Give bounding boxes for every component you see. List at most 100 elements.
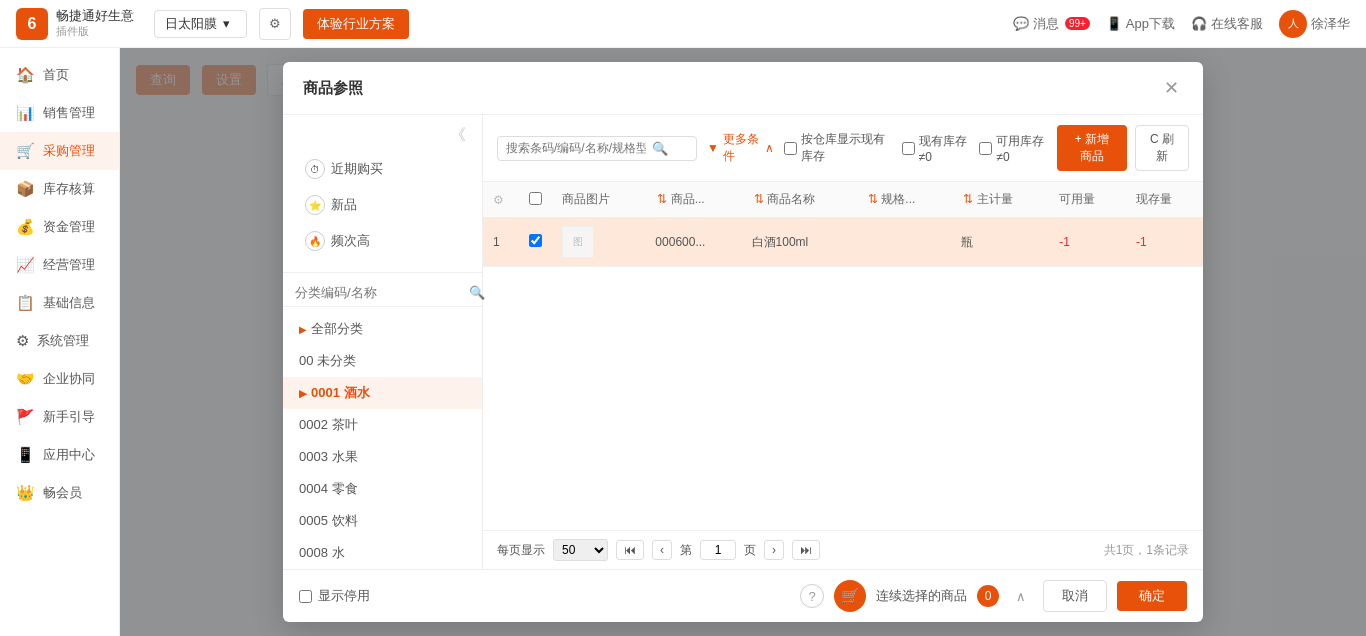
sort-asc-icon[interactable]: ⇅ — [657, 192, 667, 206]
available-nonzero-input[interactable] — [979, 142, 992, 155]
sort-spec-icon[interactable]: ⇅ — [868, 192, 878, 206]
more-filter-button[interactable]: ▼ 更多条件 ∧ — [707, 131, 774, 165]
sidebar-item-operations[interactable]: 📈 经营管理 — [0, 246, 119, 284]
row-spec — [856, 218, 951, 267]
warehouse-filter-checkbox: 按仓库显示现有库存 — [784, 131, 892, 165]
sidebar-label-collab: 企业协同 — [43, 370, 95, 388]
search-toolbar: 🔍 ▼ 更多条件 ∧ 按仓库显示现有库存 — [483, 115, 1203, 182]
confirm-button[interactable]: 确定 — [1117, 581, 1187, 611]
gear-settings-icon[interactable]: ⚙ — [493, 193, 504, 207]
category-tea[interactable]: 0002 茶叶 — [283, 409, 482, 441]
purchase-icon: 🛒 — [16, 142, 35, 160]
nonzero-stock-input[interactable] — [902, 142, 915, 155]
collapse-cart-button[interactable]: ∧ — [1009, 584, 1033, 608]
add-product-button[interactable]: + 新增商品 — [1057, 125, 1127, 171]
category-fruit-label: 0003 水果 — [299, 448, 358, 466]
cancel-button[interactable]: 取消 — [1043, 580, 1107, 612]
sidebar-label-member: 畅会员 — [43, 484, 82, 502]
sidebar-item-apps[interactable]: 📱 应用中心 — [0, 436, 119, 474]
filter-label: 更多条件 — [723, 131, 761, 165]
next-page-button[interactable]: › — [764, 540, 784, 560]
message-button[interactable]: 💬 消息 99+ — [1013, 15, 1090, 33]
warehouse-filter-input[interactable] — [784, 142, 797, 155]
category-all-label: 全部分类 — [311, 320, 363, 338]
select-all-checkbox[interactable] — [529, 192, 542, 205]
sidebar-label-sales: 销售管理 — [43, 104, 95, 122]
sort-unit-icon[interactable]: ⇅ — [963, 192, 973, 206]
col-available: 可用量 — [1049, 182, 1126, 218]
col-name: ⇅ 商品名称 — [742, 182, 856, 218]
current-page-input[interactable] — [700, 540, 736, 560]
clock-icon: ⏱ — [305, 159, 325, 179]
trial-button[interactable]: 体验行业方案 — [303, 9, 409, 39]
table-row[interactable]: 1 图 000 — [483, 218, 1203, 267]
username: 徐泽华 — [1311, 15, 1350, 33]
sidebar-label-finance: 资金管理 — [43, 218, 95, 236]
category-search-input[interactable] — [295, 285, 463, 300]
sidebar-item-finance[interactable]: 💰 资金管理 — [0, 208, 119, 246]
avatar: 人 — [1279, 10, 1307, 38]
logo-line2: 插件版 — [56, 24, 134, 39]
apps-icon: 📱 — [16, 446, 35, 464]
col-spec-label: 规格... — [881, 192, 915, 206]
sidebar-item-collab[interactable]: 🤝 企业协同 — [0, 360, 119, 398]
category-liquor[interactable]: ▶ 0001 酒水 — [283, 377, 482, 409]
row-code: 000600... — [645, 218, 741, 267]
sidebar-item-basics[interactable]: 📋 基础信息 — [0, 284, 119, 322]
modal-footer: 显示停用 ? 🛒 连续选择的商品 0 ∧ 取消 确定 — [283, 569, 1203, 622]
quick-filter-recent-label: 近期购买 — [331, 160, 383, 178]
row-image-cell: 图 — [552, 218, 645, 267]
store-selector[interactable]: 日太阳膜 ▾ — [154, 10, 247, 38]
member-icon: 👑 — [16, 484, 35, 502]
sidebar: 🏠 首页 📊 销售管理 🛒 采购管理 📦 库存核算 💰 资金管理 📈 经营管理 … — [0, 48, 120, 636]
show-disabled-checkbox[interactable] — [299, 590, 312, 603]
row-checkbox[interactable] — [529, 234, 542, 247]
sidebar-item-home[interactable]: 🏠 首页 — [0, 56, 119, 94]
col-name-label: 商品名称 — [767, 192, 815, 206]
app-download-button[interactable]: 📱 App下载 — [1106, 15, 1175, 33]
sidebar-item-purchase[interactable]: 🛒 采购管理 — [0, 132, 119, 170]
refresh-button[interactable]: C 刷新 — [1135, 125, 1189, 171]
nonzero-stock-label: 现有库存≠0 — [919, 133, 970, 164]
quick-filter-recent[interactable]: ⏱ 近期购买 — [295, 152, 470, 186]
category-snack[interactable]: 0004 零食 — [283, 473, 482, 505]
col-unit-label: 主计量 — [977, 192, 1013, 206]
help-icon[interactable]: ? — [800, 584, 824, 608]
top-nav: 6 畅捷通好生意 插件版 日太阳膜 ▾ ⚙ 体验行业方案 💬 消息 99+ 📱 … — [0, 0, 1366, 48]
category-fruit[interactable]: 0003 水果 — [283, 441, 482, 473]
sidebar-item-sales[interactable]: 📊 销售管理 — [0, 94, 119, 132]
quick-filter-new[interactable]: ⭐ 新品 — [295, 188, 470, 222]
category-tea-label: 0002 茶叶 — [299, 416, 358, 434]
message-label: 消息 — [1033, 15, 1059, 33]
col-image: 商品图片 — [552, 182, 645, 218]
quick-filter-frequent[interactable]: 🔥 频次高 — [295, 224, 470, 258]
sidebar-label-guide: 新手引导 — [43, 408, 95, 426]
nonzero-stock-checkbox: 现有库存≠0 — [902, 133, 970, 164]
product-search-input[interactable] — [506, 141, 646, 155]
collapse-left-button[interactable]: 《 — [450, 125, 466, 146]
sidebar-label-inventory: 库存核算 — [43, 180, 95, 198]
category-all[interactable]: ▶ 全部分类 — [283, 313, 482, 345]
category-drink[interactable]: 0005 饮料 — [283, 505, 482, 537]
per-page-select[interactable]: 50 100 200 — [553, 539, 608, 561]
category-water[interactable]: 0008 水 — [283, 537, 482, 559]
first-page-button[interactable]: ⏮ — [616, 540, 644, 560]
sort-name-icon[interactable]: ⇅ — [754, 192, 764, 206]
row-available: -1 — [1049, 218, 1126, 267]
prev-page-button[interactable]: ‹ — [652, 540, 672, 560]
sidebar-item-inventory[interactable]: 📦 库存核算 — [0, 170, 119, 208]
user-profile[interactable]: 人 徐泽华 — [1279, 10, 1350, 38]
last-page-button[interactable]: ⏭ — [792, 540, 820, 560]
logo-icon: 6 — [16, 8, 48, 40]
sidebar-item-system[interactable]: ⚙ 系统管理 — [0, 322, 119, 360]
modal-close-button[interactable]: ✕ — [1159, 76, 1183, 100]
customer-service-button[interactable]: 🎧 在线客服 — [1191, 15, 1263, 33]
sidebar-item-member[interactable]: 👑 畅会员 — [0, 474, 119, 512]
cart-button[interactable]: 🛒 — [834, 580, 866, 612]
settings-button[interactable]: ⚙ — [259, 8, 291, 40]
category-uncategorized[interactable]: 00 未分类 — [283, 345, 482, 377]
sidebar-item-guide[interactable]: 🚩 新手引导 — [0, 398, 119, 436]
search-icon[interactable]: 🔍 — [652, 141, 668, 156]
show-disabled-area: 显示停用 — [299, 587, 370, 605]
guide-icon: 🚩 — [16, 408, 35, 426]
